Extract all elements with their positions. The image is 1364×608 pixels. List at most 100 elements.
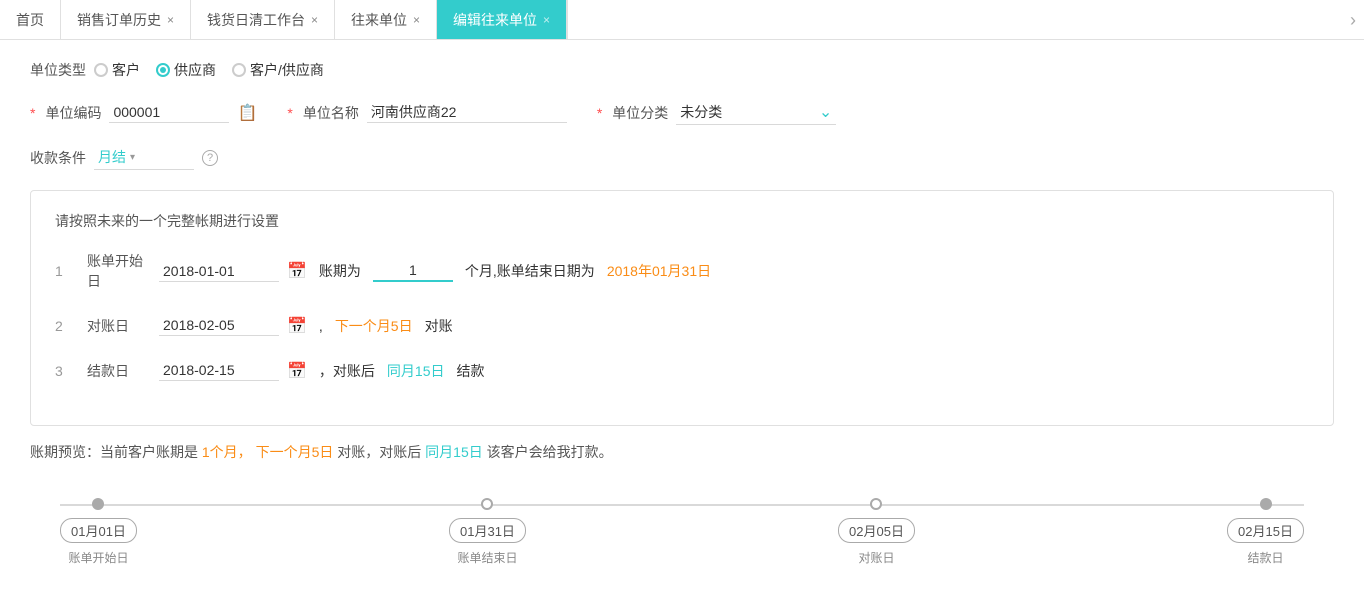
unit-code-required: *	[30, 105, 35, 121]
billing-section: 请按照未来的一个完整帐期进行设置 1 账单开始日 📅 账期为 个月,账单结束日期…	[30, 190, 1334, 426]
reconcile-suffix-2: 对账	[425, 316, 453, 336]
billing-reconcile-label: 对账日	[87, 316, 147, 336]
timeline-date-2-container: 01月31日	[449, 518, 526, 543]
billing-start-date-container: 📅	[159, 261, 307, 282]
billing-payment-date-input[interactable]	[159, 360, 279, 381]
payment-terms-item: 收款条件 月结 ▾ ?	[30, 145, 218, 170]
preview-highlight1: 1个月，	[202, 444, 252, 460]
billing-payment-cal-icon[interactable]: 📅	[287, 361, 307, 381]
timeline-dot-1	[92, 498, 104, 510]
timeline-dot-3	[870, 498, 882, 510]
timeline-dot-4	[1260, 498, 1272, 510]
billing-reconcile-date-container: 📅	[159, 315, 307, 336]
timeline-dot-2	[481, 498, 493, 510]
preview-suffix: 该客户会给我打款。	[487, 444, 613, 460]
billing-start-date-input[interactable]	[159, 261, 279, 282]
payment-terms-row: 收款条件 月结 ▾ ?	[30, 145, 1334, 170]
close-tab-edit-partner[interactable]: ×	[543, 13, 550, 27]
tab-sales-order-history[interactable]: 销售订单历史 ×	[61, 0, 191, 39]
billing-row-num-3: 3	[55, 363, 75, 379]
reconcile-suffix-1: ,	[319, 318, 323, 334]
payment-terms-dropdown[interactable]: 月结 ▾	[94, 145, 194, 170]
payment-suffix-2: 结款	[457, 361, 485, 381]
timeline-label-3: 对账日	[858, 549, 894, 566]
billing-row-num-2: 2	[55, 318, 75, 334]
payment-terms-value: 月结	[98, 147, 126, 167]
billing-start-label: 账单开始日	[87, 251, 147, 291]
tab-sales-label: 销售订单历史	[77, 10, 161, 30]
payment-terms-arrow-icon: ▾	[130, 152, 135, 163]
radio-customer-supplier[interactable]: 客户/供应商	[232, 60, 324, 80]
unit-type-radio-group: 客户 供应商 客户/供应商	[94, 60, 324, 80]
radio-customer-supplier-circle	[232, 63, 246, 77]
unit-code-label: 单位编码	[45, 103, 101, 123]
tab-home[interactable]: 首页	[0, 0, 61, 39]
billing-row-num-1: 1	[55, 263, 75, 279]
timeline-node-4: 02月15日 结款日	[1227, 482, 1304, 566]
unit-name-label: 单位名称	[303, 103, 359, 123]
payment-highlight: 同月15日	[387, 361, 445, 381]
timeline-date-bubble-3: 02月05日	[838, 518, 915, 543]
close-tab-sales[interactable]: ×	[167, 13, 174, 27]
preview-prefix: 账期预览：当前客户账期是	[30, 444, 198, 460]
close-tab-cash[interactable]: ×	[311, 13, 318, 27]
radio-supplier[interactable]: 供应商	[156, 60, 216, 80]
unit-category-item: * 单位分类 未分类 ⌄	[597, 100, 836, 125]
radio-customer-label: 客户	[112, 60, 140, 80]
radio-customer[interactable]: 客户	[94, 60, 140, 80]
preview-highlight2: 同月15日	[425, 444, 483, 460]
tab-cash-label: 钱货日清工作台	[207, 10, 305, 30]
radio-supplier-circle	[156, 63, 170, 77]
preview-text2: 对账，对账后	[337, 444, 425, 460]
unit-name-item: * 单位名称	[287, 102, 566, 123]
unit-type-item: 单位类型 客户 供应商 客户/供应商	[30, 60, 324, 80]
timeline-node-1: 01月01日 账单开始日	[60, 482, 137, 566]
tab-partner-label: 往来单位	[351, 10, 407, 30]
unit-name-required: *	[287, 105, 292, 121]
page-content: 单位类型 客户 供应商 客户/供应商 * 单位编码	[0, 40, 1364, 608]
billing-instruction: 请按照未来的一个完整帐期进行设置	[55, 211, 1309, 231]
radio-supplier-label: 供应商	[174, 60, 216, 80]
timeline-date-bubble-2: 01月31日	[449, 518, 526, 543]
billing-end-date-text: 2018年01月31日	[607, 261, 711, 281]
billing-payment-date-container: 📅	[159, 360, 307, 381]
timeline-label-2: 账单结束日	[457, 549, 517, 566]
payment-terms-label: 收款条件	[30, 148, 86, 168]
billing-payment-label: 结款日	[87, 361, 147, 381]
unit-category-select[interactable]: 未分类 ⌄	[676, 100, 836, 125]
radio-customer-circle	[94, 63, 108, 77]
period-value-input[interactable]	[373, 260, 453, 282]
tab-scroll-right-icon[interactable]: ›	[1350, 11, 1356, 29]
billing-reconcile-date-input[interactable]	[159, 315, 279, 336]
unit-name-input[interactable]	[367, 102, 567, 123]
unit-category-value: 未分类	[680, 102, 819, 122]
timeline-node-2: 01月31日 账单结束日	[449, 482, 526, 566]
close-tab-partner[interactable]: ×	[413, 13, 420, 27]
tab-bar: 首页 销售订单历史 × 钱货日清工作台 × 往来单位 × 编辑往来单位 × ›	[0, 0, 1364, 40]
timeline-nodes: 01月01日 账单开始日 01月31日 账单结束日 02月05日 对账日	[60, 482, 1304, 566]
billing-start-cal-icon[interactable]: 📅	[287, 261, 307, 281]
payment-suffix-1: ，对账后	[319, 361, 375, 381]
tab-cash-work[interactable]: 钱货日清工作台 ×	[191, 0, 335, 39]
help-icon[interactable]: ?	[202, 150, 218, 166]
tab-edit-partner-label: 编辑往来单位	[453, 10, 537, 30]
timeline-date-1-container: 01月01日	[60, 518, 137, 543]
preview-section: 账期预览：当前客户账期是 1个月， 下一个月5日 对账，对账后 同月15日 该客…	[30, 442, 1334, 462]
copy-icon[interactable]: 📋	[237, 103, 257, 123]
timeline-node-3: 02月05日 对账日	[838, 482, 915, 566]
tab-edit-partner[interactable]: 编辑往来单位 ×	[437, 0, 567, 39]
tab-home-label: 首页	[16, 10, 44, 30]
unit-category-label: 单位分类	[612, 103, 668, 123]
unit-category-arrow-icon: ⌄	[819, 102, 832, 122]
unit-code-input[interactable]	[109, 102, 229, 123]
unit-code-item: * 单位编码 📋	[30, 102, 257, 123]
billing-row-2: 2 对账日 📅 , 下一个月5日 对账	[55, 315, 1309, 336]
billing-reconcile-cal-icon[interactable]: 📅	[287, 316, 307, 336]
unit-info-row: * 单位编码 📋 * 单位名称 * 单位分类 未分类 ⌄	[30, 100, 1334, 125]
timeline-date-3-container: 02月05日	[838, 518, 915, 543]
period-prefix: 账期为	[319, 261, 361, 281]
unit-category-required: *	[597, 105, 602, 121]
unit-type-row: 单位类型 客户 供应商 客户/供应商	[30, 60, 1334, 80]
tab-bar-right: ›	[567, 0, 1364, 39]
tab-partner[interactable]: 往来单位 ×	[335, 0, 437, 39]
